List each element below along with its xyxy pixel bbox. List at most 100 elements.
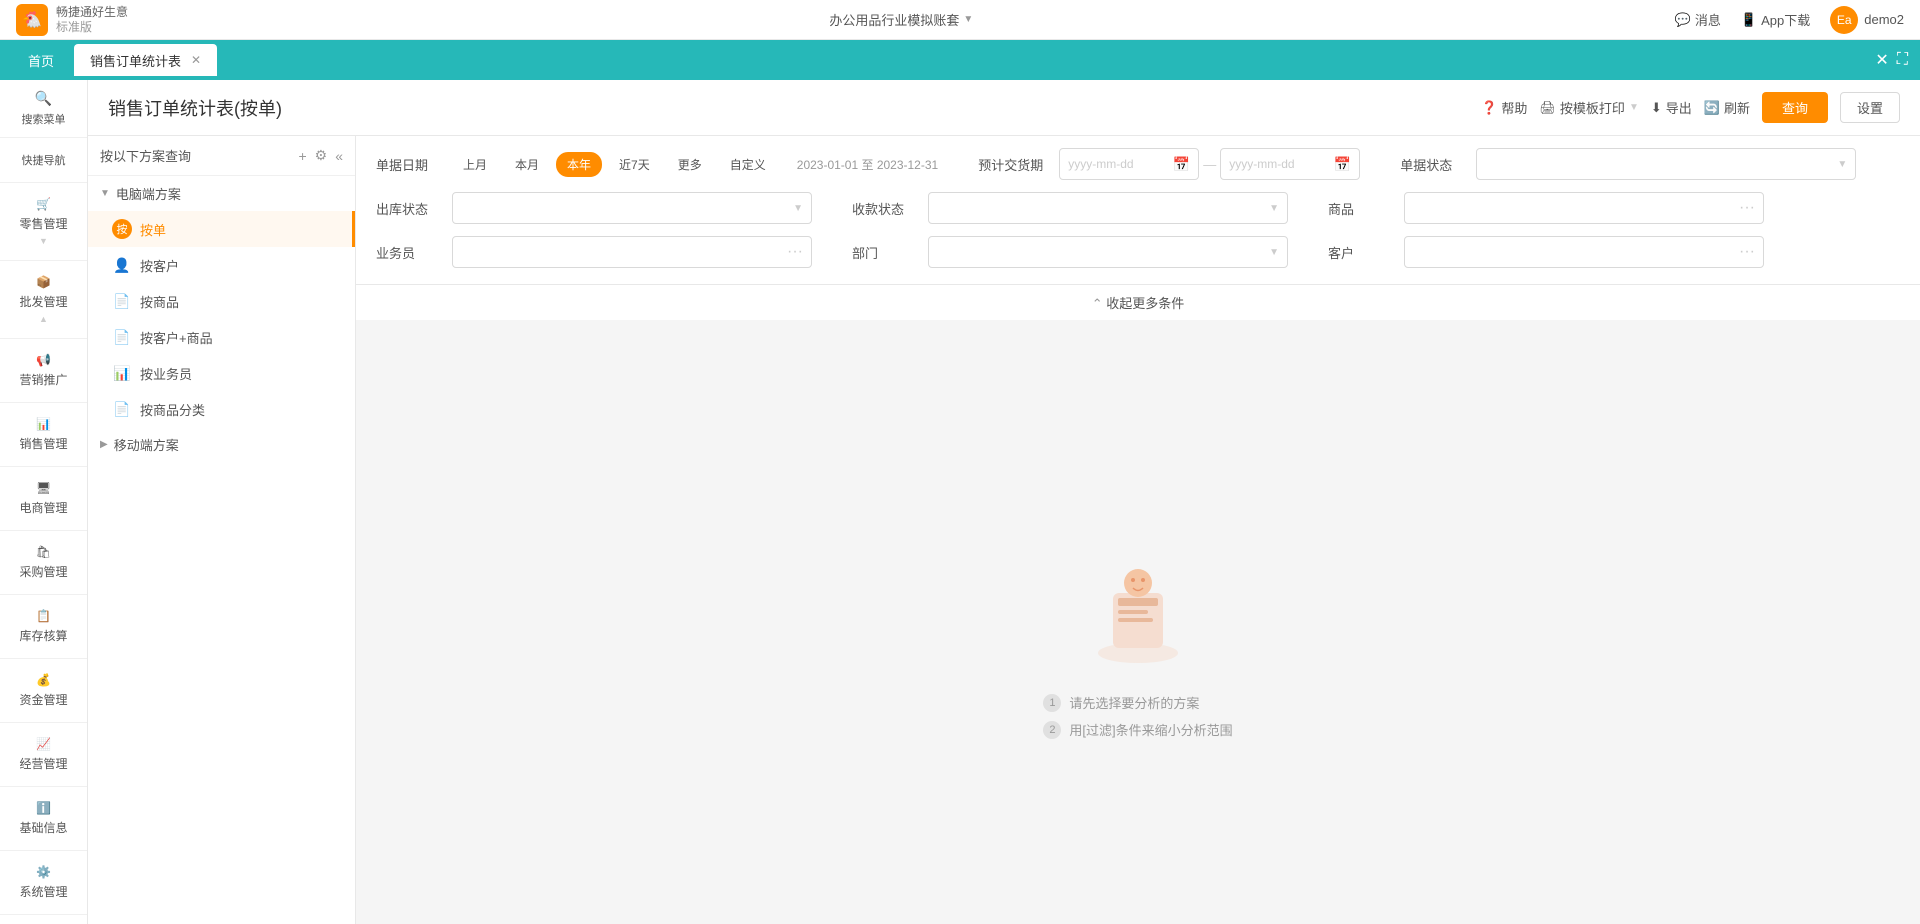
expected-delivery-label: 预计交货期 — [978, 155, 1043, 174]
left-right-layout: 按以下方案查询 + ⚙ « ▼ 电脑端方案 按 — [88, 136, 1920, 924]
sidebar-item-basic[interactable]: ℹ️ 基础信息 — [0, 787, 87, 851]
tab-close-icon[interactable]: ✕ — [191, 53, 201, 67]
sidebar-item-finance[interactable]: 💰 资金管理 — [0, 659, 87, 723]
staff-label: 业务员 — [376, 243, 436, 262]
staff-icon: 📊 — [112, 363, 132, 383]
sidebar-item-purchase[interactable]: 🛍 采购管理 — [0, 531, 87, 595]
department-select[interactable]: ▼ — [928, 236, 1288, 268]
purchase-icon: 🛍 — [36, 545, 51, 559]
page-title: 销售订单统计表(按单) — [108, 95, 282, 121]
sidebar-item-system[interactable]: ⚙️ 系统管理 — [0, 851, 87, 915]
sidebar-item-retail[interactable]: 🛒 零售管理 ▼ — [0, 183, 87, 261]
tree-group-mobile: ▶ 移动端方案 — [88, 427, 355, 462]
settings-button[interactable]: 设置 — [1840, 92, 1900, 123]
department-label: 部门 — [852, 243, 912, 262]
sidebar: 🔍 搜索菜单 快捷导航 🛒 零售管理 ▼ 📦 批发管理 ▲ 📢 营销推广 📊 销… — [0, 80, 88, 924]
sidebar-item-marketing[interactable]: 📢 营销推广 — [0, 339, 87, 403]
date-btn-7days[interactable]: 近7天 — [608, 152, 661, 177]
logo-text: 畅捷通好生意 标准版 — [56, 5, 128, 34]
person-icon: 👤 — [112, 255, 132, 275]
date-btn-last-month[interactable]: 上月 — [452, 152, 498, 177]
product-more-icon[interactable]: ··· — [1739, 199, 1755, 217]
order-status-select[interactable]: ▼ — [1476, 148, 1856, 180]
date-range-display: 2023-01-01 至 2023-12-31 — [797, 156, 938, 173]
category-icon: 📄 — [112, 399, 132, 419]
scheme-settings-icon[interactable]: ⚙ — [315, 147, 328, 164]
app-download-button[interactable]: 📱 App下载 — [1741, 10, 1810, 29]
product-select[interactable]: ··· — [1404, 192, 1764, 224]
scheme-by-order[interactable]: 按 按单 — [88, 211, 355, 247]
tab-close-all-icon[interactable]: ✕ — [1875, 50, 1888, 70]
message-button[interactable]: 💬 消息 — [1675, 10, 1721, 29]
scheme-by-staff[interactable]: 📊 按业务员 — [88, 355, 355, 391]
staff-more-icon[interactable]: ··· — [787, 243, 803, 261]
empty-tip-1: 1 请先选择要分析的方案 — [1043, 693, 1232, 712]
calendar-start-icon[interactable]: 📅 — [1173, 156, 1190, 173]
refresh-icon: 🔄 — [1704, 100, 1720, 116]
sidebar-item-operation[interactable]: 📈 经营管理 — [0, 723, 87, 787]
payment-status-select[interactable]: ▼ — [928, 192, 1288, 224]
scheme-by-product-category[interactable]: 📄 按商品分类 — [88, 391, 355, 427]
date-btn-more[interactable]: 更多 — [667, 152, 713, 177]
user-area[interactable]: Ea demo2 — [1830, 6, 1904, 34]
query-button[interactable]: 查询 — [1762, 92, 1828, 123]
add-scheme-button[interactable]: + — [298, 148, 306, 164]
tab-home[interactable]: 首页 — [12, 44, 70, 76]
tree-group-pc-header[interactable]: ▼ 电脑端方案 — [88, 176, 355, 211]
customer-select[interactable]: ··· — [1404, 236, 1764, 268]
system-title[interactable]: 办公用品行业模拟账套 ▼ — [829, 10, 973, 29]
delivery-date-start-input[interactable]: yyyy-mm-dd 📅 — [1059, 148, 1199, 180]
sidebar-item-cooperation[interactable]: 🤝 企业协同 — [0, 915, 87, 924]
collapse-bar[interactable]: ⌃ 收起更多条件 — [356, 284, 1920, 320]
collapse-panel-icon[interactable]: « — [335, 148, 343, 164]
scheme-by-customer[interactable]: 👤 按客户 — [88, 247, 355, 283]
empty-tips: 1 请先选择要分析的方案 2 用[过滤]条件来缩小分析范围 — [1043, 693, 1232, 747]
product-label: 商品 — [1328, 199, 1388, 218]
date-btn-group: 上月 本月 本年 近7天 更多 自定义 — [452, 152, 777, 177]
filter-row-2: 出库状态 ▼ 收款状态 ▼ 商品 — [376, 192, 1900, 224]
sidebar-item-ecommerce[interactable]: 🖥 电商管理 — [0, 467, 87, 531]
top-actions: 💬 消息 📱 App下载 Ea demo2 — [1675, 6, 1904, 34]
left-panel-title: 按以下方案查询 — [100, 146, 191, 165]
staff-select[interactable]: ··· — [452, 236, 812, 268]
sidebar-item-wholesale[interactable]: 📦 批发管理 ▲ — [0, 261, 87, 339]
calendar-end-icon[interactable]: 📅 — [1334, 156, 1351, 173]
empty-illustration — [1078, 553, 1198, 673]
retail-icon: 🛒 — [36, 197, 51, 211]
delivery-status-select[interactable]: ▼ — [452, 192, 812, 224]
page-actions: ❓ 帮助 🖨 按模板打印 ▼ ⬇ 导出 🔄 刷新 查询 设置 — [1481, 92, 1900, 123]
sidebar-search[interactable]: 🔍 搜索菜单 — [0, 80, 87, 138]
print-dropdown-icon[interactable]: ▼ — [1629, 102, 1639, 113]
tab-sales-stats-label: 销售订单统计表 — [90, 51, 181, 70]
sidebar-quick-nav[interactable]: 快捷导航 — [0, 138, 87, 183]
finance-icon: 💰 — [36, 673, 51, 687]
date-btn-custom[interactable]: 自定义 — [719, 152, 777, 177]
page-header: 销售订单统计表(按单) ❓ 帮助 🖨 按模板打印 ▼ ⬇ 导出 🔄 刷新 — [88, 80, 1920, 136]
print-icon: 🖨 — [1539, 100, 1556, 116]
tab-expand-icon[interactable]: ⛶ — [1897, 51, 1908, 69]
export-button[interactable]: ⬇ 导出 — [1651, 98, 1692, 117]
filter-section: 单据日期 上月 本月 本年 近7天 更多 自定义 2023-01-01 至 20… — [356, 136, 1920, 320]
tree-expand-icon: ▼ — [100, 188, 110, 199]
department-dropdown-icon: ▼ — [1269, 247, 1279, 258]
date-separator: — — [1203, 157, 1216, 172]
content-area: 销售订单统计表(按单) ❓ 帮助 🖨 按模板打印 ▼ ⬇ 导出 🔄 刷新 — [88, 80, 1920, 924]
customer-more-icon[interactable]: ··· — [1739, 243, 1755, 261]
date-btn-this-month[interactable]: 本月 — [504, 152, 550, 177]
sidebar-item-inventory[interactable]: 📋 库存核算 — [0, 595, 87, 659]
refresh-button[interactable]: 🔄 刷新 — [1704, 98, 1750, 117]
date-btn-this-year[interactable]: 本年 — [556, 152, 602, 177]
filter-row-1: 单据日期 上月 本月 本年 近7天 更多 自定义 2023-01-01 至 20… — [376, 148, 1900, 180]
tree-group-mobile-header[interactable]: ▶ 移动端方案 — [88, 427, 355, 462]
delivery-date-range: yyyy-mm-dd 📅 — yyyy-mm-dd 📅 — [1059, 148, 1360, 180]
help-button[interactable]: ❓ 帮助 — [1481, 98, 1527, 117]
dropdown-arrow-icon[interactable]: ▼ — [963, 14, 973, 25]
scheme-by-customer-product[interactable]: 📄 按客户+商品 — [88, 319, 355, 355]
tab-sales-stats[interactable]: 销售订单统计表 ✕ — [74, 44, 217, 76]
scheme-by-product[interactable]: 📄 按商品 — [88, 283, 355, 319]
empty-state: 1 请先选择要分析的方案 2 用[过滤]条件来缩小分析范围 — [356, 320, 1920, 924]
delivery-status-label: 出库状态 — [376, 199, 436, 218]
print-button[interactable]: 🖨 按模板打印 ▼ — [1539, 98, 1638, 117]
delivery-date-end-input[interactable]: yyyy-mm-dd 📅 — [1220, 148, 1360, 180]
sidebar-item-sales[interactable]: 📊 销售管理 — [0, 403, 87, 467]
